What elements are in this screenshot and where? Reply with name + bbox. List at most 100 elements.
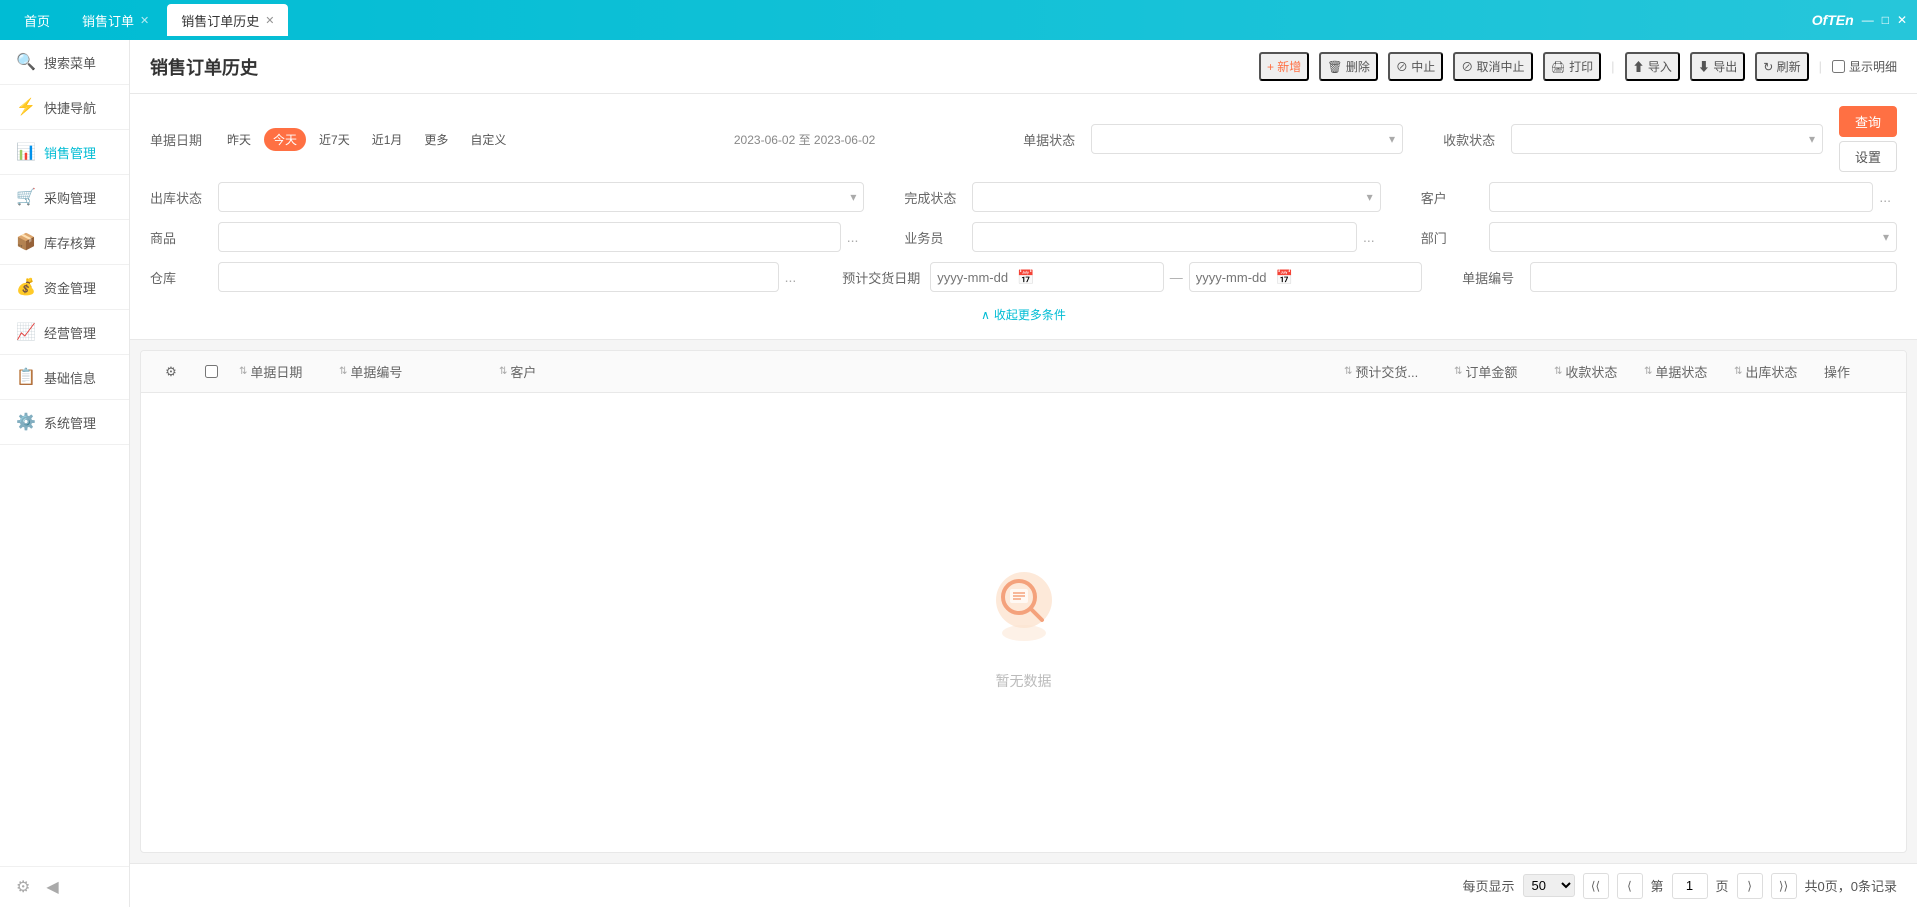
- sort-payment-icon[interactable]: ⇅: [1554, 366, 1562, 377]
- finance-icon: 💰: [16, 277, 36, 297]
- page-title: 销售订单历史: [150, 54, 258, 80]
- delivery-from-wrapper: 📅: [930, 262, 1163, 292]
- date-btn-7days[interactable]: 近7天: [310, 128, 359, 151]
- stop-button[interactable]: ⊘ 中止: [1388, 52, 1443, 81]
- warehouse-input[interactable]: [218, 262, 779, 292]
- sidebar-item-system[interactable]: ⚙️ 系统管理: [0, 400, 129, 445]
- home-tab[interactable]: 首页: [10, 4, 64, 36]
- collapse-more-conditions[interactable]: ∧ 收起更多条件: [150, 302, 1897, 327]
- sidebar-item-inventory[interactable]: 📦 库存核算: [0, 220, 129, 265]
- sidebar-item-basic[interactable]: 📋 基础信息: [0, 355, 129, 400]
- dept-select[interactable]: [1489, 222, 1897, 252]
- settings-button[interactable]: 设置: [1839, 141, 1897, 172]
- docno-input[interactable]: [1530, 262, 1897, 292]
- salesperson-input[interactable]: [972, 222, 1357, 252]
- sidebar-item-quicknav[interactable]: ⚡ 快捷导航: [0, 85, 129, 130]
- select-all-checkbox[interactable]: [205, 365, 218, 378]
- sort-customer-icon[interactable]: ⇅: [499, 366, 507, 377]
- print-button[interactable]: 🖨 打印: [1543, 52, 1602, 81]
- prev-page-button[interactable]: ⟨: [1617, 873, 1643, 899]
- complete-select[interactable]: [972, 182, 1380, 212]
- sort-docno-icon[interactable]: ⇅: [339, 366, 347, 377]
- collapse-sidebar-icon[interactable]: ◀: [46, 877, 58, 897]
- sidebar-purchase-label: 采购管理: [44, 188, 96, 207]
- sidebar: 🔍 搜索菜单 ⚡ 快捷导航 📊 销售管理 🛒 采购管理 📦 库存核算 💰 资金管…: [0, 40, 130, 907]
- page-number-input[interactable]: [1672, 873, 1708, 899]
- query-button[interactable]: 查询: [1839, 106, 1897, 137]
- tab-sales-history-close[interactable]: ✕: [265, 14, 274, 27]
- th-checkbox[interactable]: [191, 365, 231, 378]
- close-btn[interactable]: ✕: [1897, 13, 1907, 27]
- date-btn-custom[interactable]: 自定义: [461, 128, 515, 151]
- outbound-select-wrapper: [218, 182, 864, 212]
- show-detail-label: 显示明细: [1849, 58, 1897, 75]
- export-button[interactable]: ⬇ 导出: [1690, 52, 1745, 81]
- date-btn-more[interactable]: 更多: [415, 128, 457, 151]
- filter-row-2: 出库状态 完成状态: [150, 182, 1897, 212]
- calendar-to-icon[interactable]: 📅: [1276, 269, 1293, 286]
- delete-button[interactable]: 🗑 删除: [1319, 52, 1378, 81]
- settings-bottom-icon[interactable]: ⚙: [16, 877, 30, 897]
- doc-status-select[interactable]: [1091, 124, 1403, 154]
- add-button[interactable]: + 新增: [1259, 52, 1309, 81]
- date-btn-yesterday[interactable]: 昨天: [218, 128, 260, 151]
- sidebar-sales-label: 销售管理: [44, 143, 96, 162]
- goods-input[interactable]: [218, 222, 841, 252]
- show-detail-checkbox[interactable]: [1832, 60, 1845, 73]
- warehouse-label: 仓库: [150, 268, 210, 287]
- empty-state: 暂无数据: [141, 393, 1906, 852]
- query-settings-btns: 查询 设置: [1839, 106, 1897, 172]
- customer-input[interactable]: [1489, 182, 1874, 212]
- th-doc-status: ⇅ 单据状态: [1636, 362, 1726, 381]
- tab-sales-order[interactable]: 销售订单 ✕: [68, 4, 163, 36]
- outbound-select[interactable]: [218, 182, 864, 212]
- sort-outbound-icon[interactable]: ⇅: [1734, 366, 1742, 377]
- next-page-button[interactable]: ⟩: [1737, 873, 1763, 899]
- sort-status-icon[interactable]: ⇅: [1644, 366, 1652, 377]
- top-bar: 首页 销售订单 ✕ 销售订单历史 ✕ OfTEn — □ ✕: [0, 0, 1917, 40]
- page-size-select[interactable]: 50 10 20 100: [1523, 874, 1575, 897]
- minimize-btn[interactable]: —: [1862, 13, 1874, 27]
- salesperson-dots[interactable]: ...: [1357, 229, 1381, 245]
- th-action: 操作: [1816, 362, 1896, 381]
- date-btn-today[interactable]: 今天: [264, 128, 306, 151]
- cancel-stop-button[interactable]: ⊘ 取消中止: [1453, 52, 1532, 81]
- th-outbound: ⇅ 出库状态: [1726, 362, 1816, 381]
- th-settings[interactable]: ⚙: [151, 364, 191, 380]
- tab-sales-history[interactable]: 销售订单历史 ✕: [167, 4, 288, 36]
- calendar-from-icon[interactable]: 📅: [1017, 269, 1034, 286]
- sidebar-system-label: 系统管理: [44, 413, 96, 432]
- payment-status-select[interactable]: [1511, 124, 1823, 154]
- outbound-label: 出库状态: [150, 188, 210, 207]
- sidebar-item-search[interactable]: 🔍 搜索菜单: [0, 40, 129, 85]
- date-filter-label: 单据日期: [150, 130, 210, 149]
- tab-sales-order-close[interactable]: ✕: [140, 14, 149, 27]
- sidebar-item-purchase[interactable]: 🛒 采购管理: [0, 175, 129, 220]
- filter-customer: 客户 ...: [1421, 182, 1897, 212]
- show-detail-toggle[interactable]: 显示明细: [1832, 58, 1897, 75]
- customer-dots[interactable]: ...: [1873, 189, 1897, 205]
- date-range-buttons: 昨天 今天 近7天 近1月 更多 自定义: [218, 128, 515, 151]
- sidebar-item-finance[interactable]: 💰 资金管理: [0, 265, 129, 310]
- delivery-to-input[interactable]: [1196, 270, 1276, 285]
- sort-amount-icon[interactable]: ⇅: [1454, 366, 1462, 377]
- delivery-from-input[interactable]: [937, 270, 1017, 285]
- sidebar-item-operations[interactable]: 📈 经营管理: [0, 310, 129, 355]
- date-separator: —: [1170, 270, 1183, 285]
- first-page-button[interactable]: ⟨⟨: [1583, 873, 1609, 899]
- sidebar-item-sales[interactable]: 📊 销售管理: [0, 130, 129, 175]
- refresh-button[interactable]: ↻ 刷新: [1755, 52, 1808, 81]
- filter-delivery-date: 预计交货日期 📅 — 📅: [842, 262, 1422, 292]
- delivery-to-wrapper: 📅: [1189, 262, 1422, 292]
- payment-status-label: 收款状态: [1443, 130, 1503, 149]
- last-page-button[interactable]: ⟩⟩: [1771, 873, 1797, 899]
- import-button[interactable]: ⬆ 导入: [1625, 52, 1680, 81]
- sort-delivery-icon[interactable]: ⇅: [1344, 366, 1352, 377]
- sort-date-icon[interactable]: ⇅: [239, 366, 247, 377]
- restore-btn[interactable]: □: [1882, 13, 1889, 27]
- filter-date: 单据日期 昨天 今天 近7天 近1月 更多 自定义: [150, 128, 720, 151]
- date-btn-1month[interactable]: 近1月: [363, 128, 412, 151]
- goods-dots[interactable]: ...: [841, 229, 865, 245]
- sidebar-bottom: ⚙ ◀: [0, 866, 129, 907]
- warehouse-dots[interactable]: ...: [779, 269, 803, 285]
